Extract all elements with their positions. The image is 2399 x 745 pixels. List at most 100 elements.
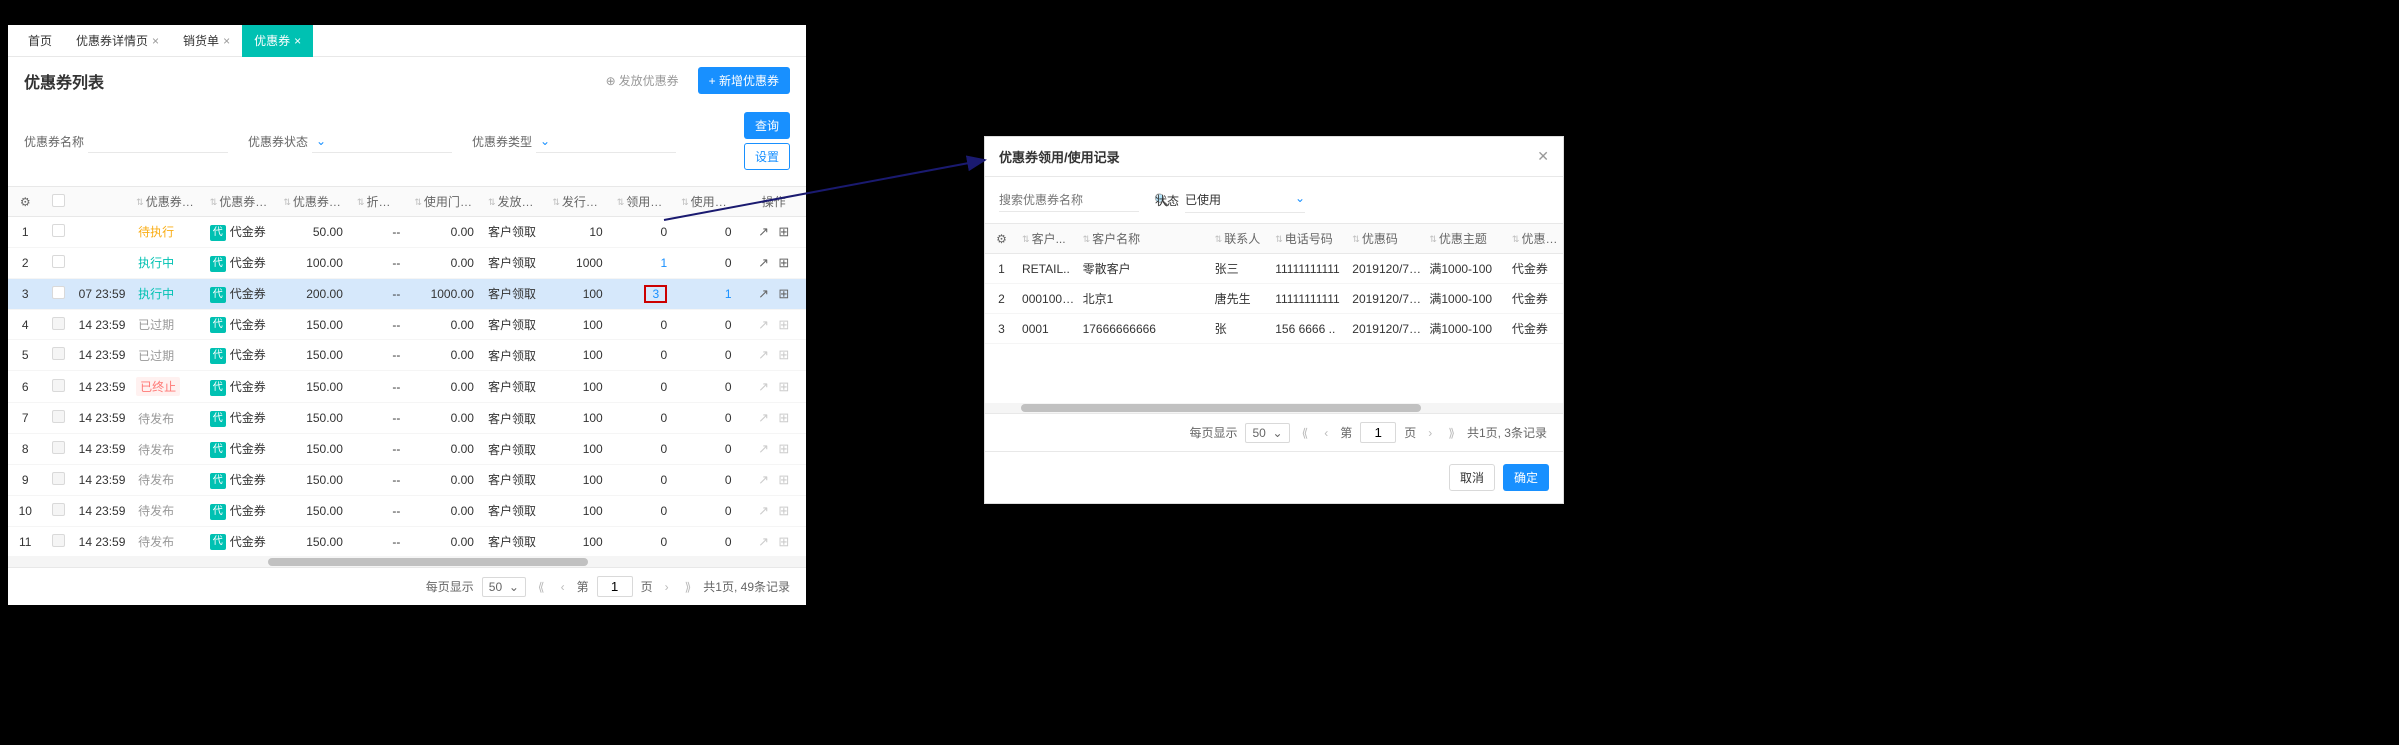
claimed-count-link[interactable]: 3: [644, 285, 667, 303]
table-row[interactable]: 3 0001 17666666666 张 156 6666 .. 2019120…: [985, 314, 1563, 344]
first-page-button[interactable]: ⟪: [534, 580, 549, 594]
row-type: 代代金券: [206, 247, 280, 278]
share-icon[interactable]: ↗: [758, 224, 769, 239]
header-used[interactable]: ⇅使用数量: [677, 187, 741, 217]
close-icon[interactable]: ✕: [1537, 148, 1549, 165]
table-row[interactable]: 11 14 23:59 待发布 代代金券 150.00 -- 0.00 客户领取…: [8, 526, 806, 557]
header-coupon-no[interactable]: ⇅优惠码: [1348, 224, 1425, 254]
header-issued[interactable]: ⇅发行数量: [548, 187, 612, 217]
horizontal-scrollbar[interactable]: [8, 557, 806, 567]
qrcode-icon[interactable]: ⊞: [778, 255, 789, 270]
table-header-row: ⚙ ⇅客户... ⇅客户名称 ⇅联系人 ⇅电话号码 ⇅优惠码 ⇅优惠主题 ⇅优惠…: [985, 224, 1563, 254]
row-checkbox[interactable]: [42, 464, 74, 495]
cancel-button[interactable]: 取消: [1449, 464, 1495, 491]
header-value[interactable]: ⇅优惠券面值: [279, 187, 353, 217]
confirm-button[interactable]: 确定: [1503, 464, 1549, 491]
header-status[interactable]: ⇅优惠券状态: [132, 187, 206, 217]
header-type[interactable]: ⇅优惠券类型: [206, 187, 280, 217]
table-row[interactable]: 1 RETAIL.. 零散客户 张三 11111111111 2019120/7…: [985, 254, 1563, 284]
filter-name-input[interactable]: [88, 129, 228, 153]
distribute-coupon-button[interactable]: ⊕ 发放优惠券: [595, 67, 690, 94]
add-coupon-button[interactable]: + 新增优惠券: [698, 67, 790, 94]
last-page-button[interactable]: ⟫: [681, 580, 696, 594]
status-badge: 待发布: [136, 410, 176, 427]
row-checkbox[interactable]: [42, 309, 74, 340]
row-method: 客户领取: [484, 495, 548, 526]
next-page-button[interactable]: ›: [661, 580, 673, 594]
share-icon[interactable]: ↗: [758, 255, 769, 270]
header-claimed[interactable]: ⇅领用数量: [613, 187, 677, 217]
share-icon: ↗: [758, 534, 769, 549]
tab-0[interactable]: 首页: [16, 25, 64, 57]
modal-search-input[interactable]: [999, 189, 1154, 211]
header-customer-name[interactable]: ⇅客户名称: [1079, 224, 1211, 254]
row-checkbox[interactable]: [42, 526, 74, 557]
table-row[interactable]: 4 14 23:59 已过期 代代金券 150.00 -- 0.00 客户领取 …: [8, 309, 806, 340]
used-count-link[interactable]: 1: [725, 287, 732, 301]
header-checkbox[interactable]: [42, 187, 74, 217]
status-badge: 待执行: [136, 223, 176, 240]
row-checkbox[interactable]: [42, 340, 74, 371]
per-page-select[interactable]: 50 ⌄: [482, 577, 526, 597]
tab-1[interactable]: 优惠券详情页×: [64, 25, 171, 57]
table-row[interactable]: 8 14 23:59 待发布 代代金券 150.00 -- 0.00 客户领取 …: [8, 434, 806, 465]
type-badge-icon: 代: [210, 225, 226, 241]
qrcode-icon[interactable]: ⊞: [778, 286, 789, 301]
modal-status-select[interactable]: 已使用 ⌄: [1185, 187, 1305, 213]
table-row[interactable]: 2 00010001 北京1 唐先生 11111111111 2019120/7…: [985, 284, 1563, 314]
search-button[interactable]: 查询: [744, 112, 790, 139]
next-page-button[interactable]: ›: [1424, 426, 1436, 440]
qrcode-icon: ⊞: [778, 503, 789, 518]
checkbox-icon: [52, 503, 65, 516]
close-icon[interactable]: ×: [223, 25, 230, 57]
close-icon[interactable]: ×: [152, 25, 159, 57]
page-input[interactable]: [1360, 422, 1396, 443]
tab-2[interactable]: 销货单×: [171, 25, 242, 57]
row-checkbox[interactable]: [42, 371, 74, 403]
qrcode-icon: ⊞: [778, 534, 789, 549]
row-method: 客户领取: [484, 403, 548, 434]
prev-page-button[interactable]: ‹: [557, 580, 569, 594]
row-checkbox[interactable]: [42, 403, 74, 434]
page-input[interactable]: [597, 576, 633, 597]
header-gear[interactable]: ⚙: [985, 224, 1018, 254]
header-gear[interactable]: ⚙: [8, 187, 42, 217]
row-customer-code: RETAIL..: [1018, 254, 1079, 284]
scrollbar-thumb[interactable]: [1021, 404, 1421, 412]
last-page-button[interactable]: ⟫: [1444, 426, 1459, 440]
prev-page-button[interactable]: ‹: [1320, 426, 1332, 440]
row-checkbox[interactable]: [42, 495, 74, 526]
table-row[interactable]: 6 14 23:59 已终止 代代金券 150.00 -- 0.00 客户领取 …: [8, 371, 806, 403]
first-page-button[interactable]: ⟪: [1298, 426, 1313, 440]
row-checkbox[interactable]: [42, 434, 74, 465]
table-row[interactable]: 3 07 23:59 执行中 代代金券 200.00 -- 1000.00 客户…: [8, 278, 806, 309]
table-row[interactable]: 10 14 23:59 待发布 代代金券 150.00 -- 0.00 客户领取…: [8, 495, 806, 526]
qrcode-icon[interactable]: ⊞: [778, 224, 789, 239]
table-row[interactable]: 2 执行中 代代金券 100.00 -- 0.00 客户领取 1000 1 0 …: [8, 247, 806, 278]
header-phone[interactable]: ⇅电话号码: [1271, 224, 1348, 254]
settings-button[interactable]: 设置: [744, 143, 790, 170]
share-icon[interactable]: ↗: [758, 286, 769, 301]
header-discount[interactable]: ⇅折扣%: [353, 187, 410, 217]
per-page-select[interactable]: 50 ⌄: [1245, 423, 1289, 443]
tab-3[interactable]: 优惠券×: [242, 25, 313, 57]
row-checkbox[interactable]: [42, 217, 74, 248]
claimed-count-link[interactable]: 1: [660, 256, 667, 270]
table-row[interactable]: 7 14 23:59 待发布 代代金券 150.00 -- 0.00 客户领取 …: [8, 403, 806, 434]
table-row[interactable]: 1 待执行 代代金券 50.00 -- 0.00 客户领取 10 0 0 ↗ ⊞: [8, 217, 806, 248]
scrollbar-thumb[interactable]: [268, 558, 588, 566]
row-checkbox[interactable]: [42, 278, 74, 309]
table-row[interactable]: 9 14 23:59 待发布 代代金券 150.00 -- 0.00 客户领取 …: [8, 464, 806, 495]
header-subject[interactable]: ⇅优惠主题: [1425, 224, 1508, 254]
header-type[interactable]: ⇅优惠券类: [1508, 224, 1563, 254]
close-icon[interactable]: ×: [294, 25, 301, 57]
filter-status-select[interactable]: ⌄: [312, 130, 452, 153]
header-contact[interactable]: ⇅联系人: [1211, 224, 1272, 254]
table-row[interactable]: 5 14 23:59 已过期 代代金券 150.00 -- 0.00 客户领取 …: [8, 340, 806, 371]
header-method[interactable]: ⇅发放方式: [484, 187, 548, 217]
row-checkbox[interactable]: [42, 247, 74, 278]
modal-horizontal-scrollbar[interactable]: [985, 403, 1563, 413]
header-customer-code[interactable]: ⇅客户...: [1018, 224, 1079, 254]
filter-type-select[interactable]: ⌄: [536, 130, 676, 153]
header-threshold[interactable]: ⇅使用门槛..: [410, 187, 484, 217]
